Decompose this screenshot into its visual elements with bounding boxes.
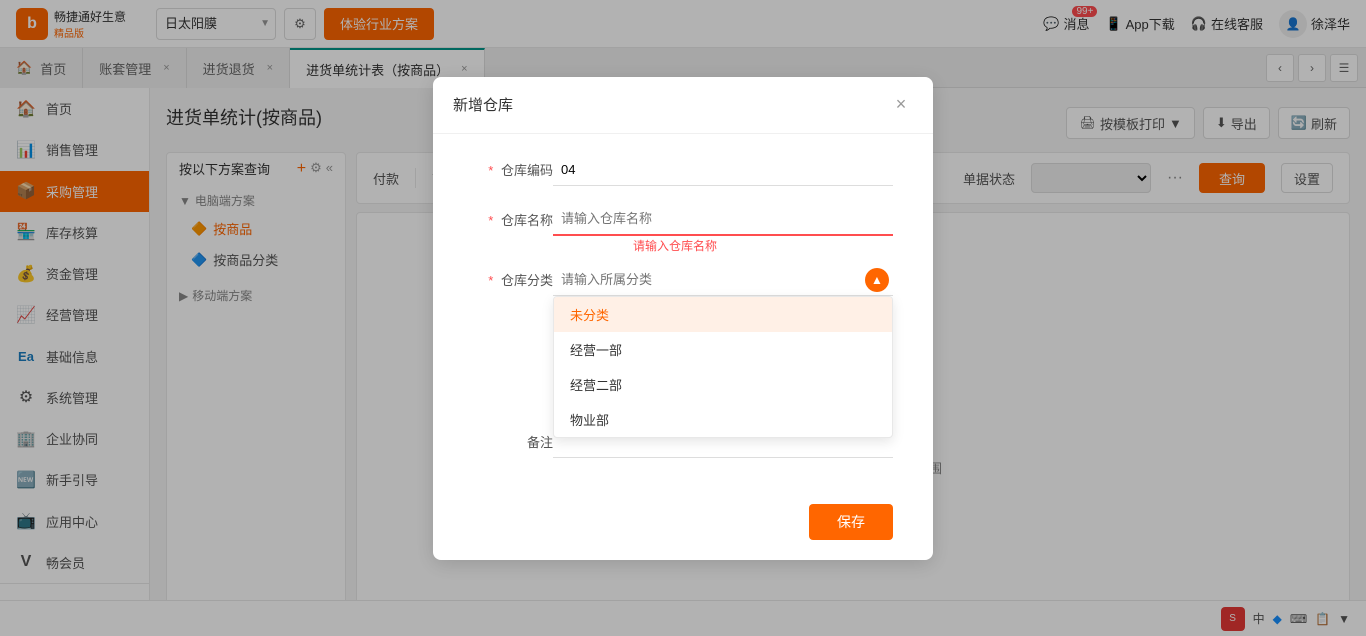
dropdown-item-property[interactable]: 物业部 <box>554 402 892 437</box>
dropdown-item-ops1[interactable]: 经营一部 <box>554 332 892 367</box>
category-dropdown: 未分类 经营一部 经营二部 物业部 <box>553 296 893 438</box>
name-error-message: 请输入仓库名称 <box>633 237 717 254</box>
code-input-wrap <box>553 154 893 186</box>
name-field-row: * 仓库名称 请输入仓库名称 <box>473 204 893 236</box>
code-field-row: * 仓库编码 <box>473 154 893 186</box>
note-label: 备注 <box>473 426 553 451</box>
new-warehouse-dialog: 新增仓库 × * 仓库编码 * 仓库名称 <box>433 77 933 560</box>
name-input-wrap: 请输入仓库名称 <box>553 204 893 236</box>
dialog-footer: 保存 <box>433 492 933 560</box>
dialog-close-button[interactable]: × <box>889 93 913 117</box>
category-label: * 仓库分类 <box>473 264 553 289</box>
category-input[interactable] <box>553 264 893 296</box>
category-field-row: * 仓库分类 ▲ 未分类 经营一部 经营二部 物业部 <box>473 264 893 296</box>
category-chevron-icon[interactable]: ▲ <box>865 268 889 292</box>
code-input[interactable] <box>553 154 893 186</box>
dialog-body: * 仓库编码 * 仓库名称 请输入仓库名称 <box>433 134 933 492</box>
dropdown-item-uncategorized[interactable]: 未分类 <box>554 297 892 332</box>
name-input[interactable] <box>553 204 893 236</box>
dialog-title: 新增仓库 <box>453 94 513 115</box>
close-icon: × <box>896 94 907 115</box>
save-button[interactable]: 保存 <box>809 504 893 540</box>
dialog-overlay: 新增仓库 × * 仓库编码 * 仓库名称 <box>0 0 1366 636</box>
code-label: * 仓库编码 <box>473 154 553 179</box>
dropdown-item-ops2[interactable]: 经营二部 <box>554 367 892 402</box>
dialog-header: 新增仓库 × <box>433 77 933 134</box>
name-label: * 仓库名称 <box>473 204 553 229</box>
category-input-wrap: ▲ <box>553 264 893 296</box>
